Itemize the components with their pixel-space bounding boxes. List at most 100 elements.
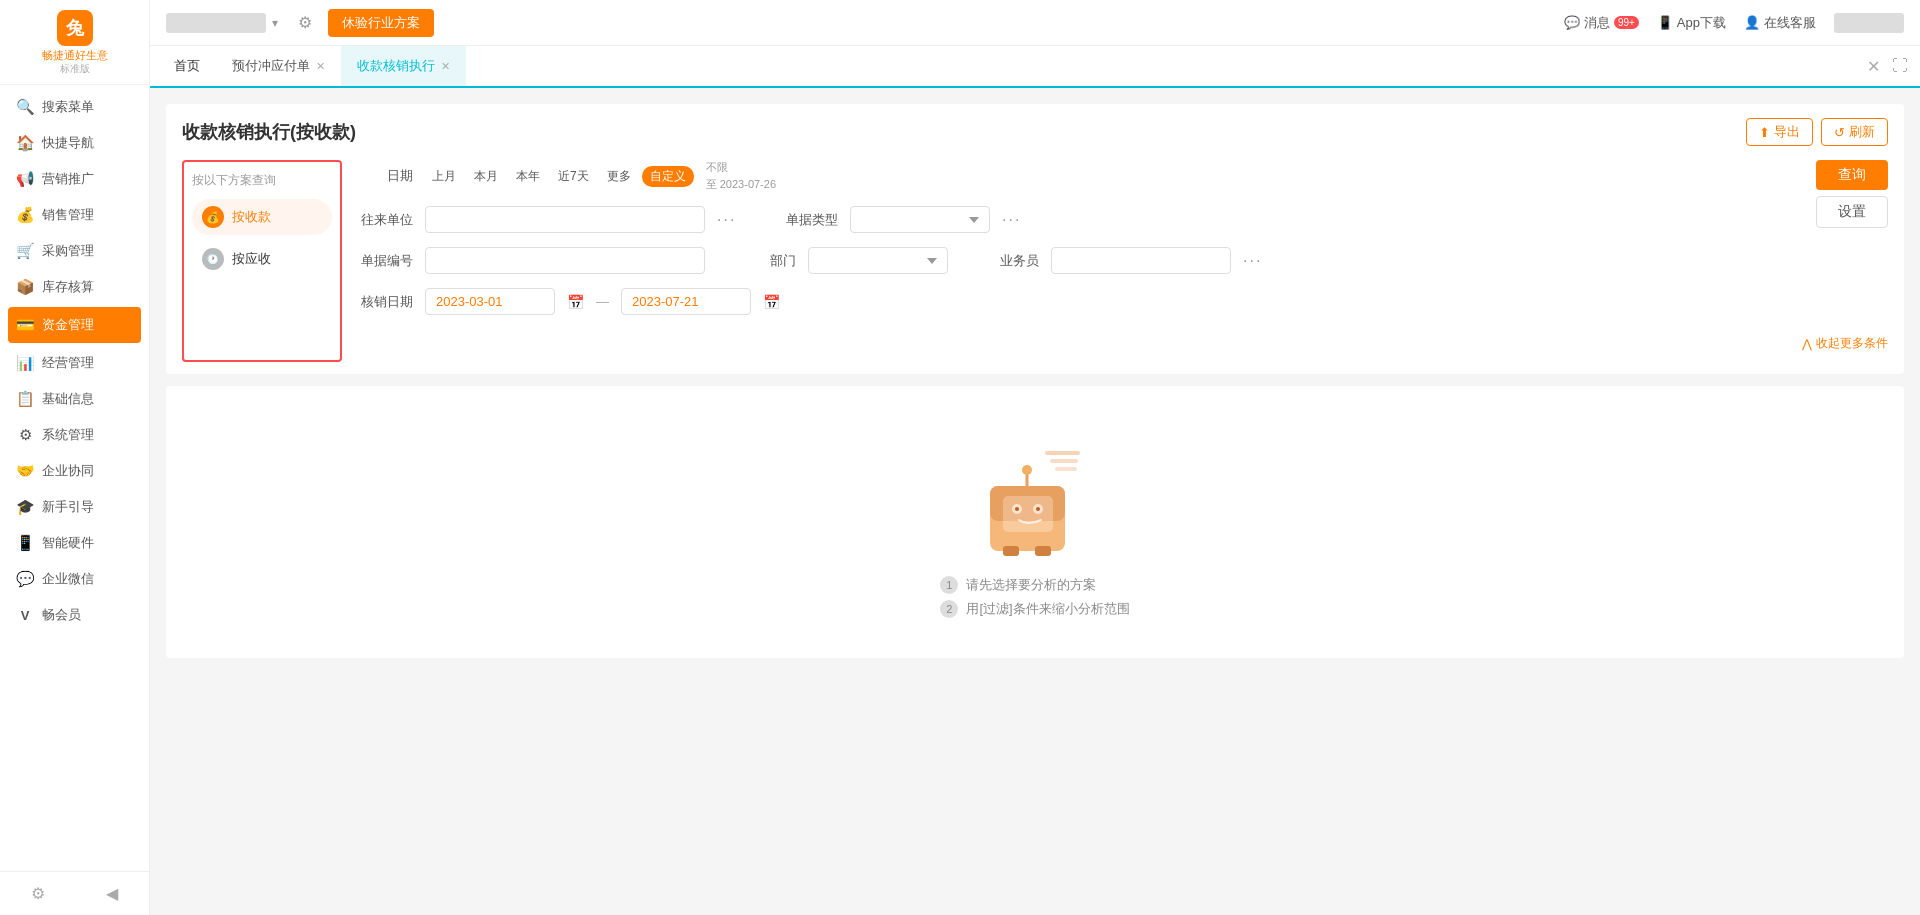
doc-type-more-icon[interactable]: ··· <box>1002 211 1032 229</box>
tip-2-text: 用[过滤]条件来缩小分析范围 <box>966 600 1129 618</box>
topbar-app-download[interactable]: 📱 App下载 <box>1657 14 1726 32</box>
topbar-chevron-icon[interactable]: ▾ <box>272 16 278 30</box>
dept-select[interactable] <box>808 247 948 274</box>
sidebar-settings-button[interactable]: ⚙ <box>23 880 53 907</box>
topbar-online-service[interactable]: 👤 在线客服 <box>1744 14 1816 32</box>
sidebar-collapse-button[interactable]: ◀ <box>98 880 126 907</box>
search-menu-icon: 🔍 <box>16 98 34 116</box>
sidebar-item-member[interactable]: V 畅会员 <box>0 597 149 633</box>
date-to-hint: 至 2023-07-26 <box>706 177 776 192</box>
doc-type-label: 单据类型 <box>783 211 838 229</box>
topbar-messages[interactable]: 💬 消息 99+ <box>1564 14 1639 32</box>
date-btn-more[interactable]: 更多 <box>600 166 638 187</box>
online-service-icon: 👤 <box>1744 15 1760 30</box>
doc-no-input[interactable] <box>425 247 705 274</box>
filter-option-receivable-label: 按应收 <box>232 250 271 268</box>
counterpart-input[interactable] <box>425 206 705 233</box>
tab-prepay-close-icon[interactable]: ✕ <box>316 60 325 73</box>
sidebar-item-guide[interactable]: 🎓 新手引导 <box>0 489 149 525</box>
page-content: 收款核销执行(按收款) ⬆ 导出 ↺ 刷新 按以下方案查询 <box>150 88 1920 915</box>
tab-prepay[interactable]: 预付冲应付单 ✕ <box>216 46 341 88</box>
sidebar-item-search-menu[interactable]: 🔍 搜索菜单 <box>0 89 149 125</box>
refresh-label: 刷新 <box>1849 123 1875 141</box>
tabbar-actions: ✕ ⛶ <box>1863 46 1912 86</box>
empty-tip-1: 1 请先选择要分析的方案 <box>940 576 1129 594</box>
inventory-icon: 📦 <box>16 278 34 296</box>
date-btn-this-year[interactable]: 本年 <box>509 166 547 187</box>
industry-solution-button[interactable]: 休验行业方案 <box>328 9 434 37</box>
tab-home[interactable]: 首页 <box>158 46 216 88</box>
filter-option-by-receipt[interactable]: 💰 按收款 <box>192 199 332 235</box>
sidebar-item-label: 系统管理 <box>42 426 94 444</box>
sidebar-item-system[interactable]: ⚙ 系统管理 <box>0 417 149 453</box>
query-button[interactable]: 查询 <box>1816 160 1888 190</box>
sidebar-item-label: 经营管理 <box>42 354 94 372</box>
sidebar-item-operations[interactable]: 📊 经营管理 <box>0 345 149 381</box>
sidebar-item-label: 库存核算 <box>42 278 94 296</box>
filter-action-buttons: 查询 设置 <box>1816 160 1888 228</box>
topbar-user-name <box>166 13 266 33</box>
filter-receipt-icon: 💰 <box>202 206 224 228</box>
verify-date-start-calendar-icon[interactable]: 📅 <box>567 294 584 310</box>
empty-illustration <box>975 446 1095 556</box>
filter-option-by-receivable[interactable]: 🕐 按应收 <box>192 241 332 277</box>
date-label: 日期 <box>358 167 413 185</box>
collapse-icon: ⋀ <box>1802 337 1812 351</box>
tab-receipts[interactable]: 收款核销执行 ✕ <box>341 46 466 88</box>
verify-date-end-input[interactable] <box>621 288 751 315</box>
sidebar-item-label: 资金管理 <box>42 316 94 334</box>
doc-type-select[interactable] <box>850 206 990 233</box>
refresh-button[interactable]: ↺ 刷新 <box>1821 118 1888 146</box>
sidebar-item-quick-nav[interactable]: 🏠 快捷导航 <box>0 125 149 161</box>
sidebar-item-hardware[interactable]: 📱 智能硬件 <box>0 525 149 561</box>
tip-1-text: 请先选择要分析的方案 <box>966 576 1096 594</box>
verify-date-start-input[interactable] <box>425 288 555 315</box>
staff-input[interactable] <box>1051 247 1231 274</box>
sidebar-item-enterprise[interactable]: 🤝 企业协同 <box>0 453 149 489</box>
sidebar-item-purchase[interactable]: 🛒 采购管理 <box>0 233 149 269</box>
date-btn-last-month[interactable]: 上月 <box>425 166 463 187</box>
sidebar-bottom: ⚙ ◀ <box>0 871 149 915</box>
svg-rect-1 <box>1050 459 1078 463</box>
date-btn-this-month[interactable]: 本月 <box>467 166 505 187</box>
filter-settings-button[interactable]: 设置 <box>1816 196 1888 228</box>
tab-receipts-label: 收款核销执行 <box>357 57 435 75</box>
date-quick-buttons: 上月 本月 本年 近7天 更多 自定义 <box>425 166 694 187</box>
sidebar-item-label: 采购管理 <box>42 242 94 260</box>
date-btn-last-7-days[interactable]: 近7天 <box>551 166 596 187</box>
sidebar-item-finance[interactable]: 💳 资金管理 <box>8 307 141 343</box>
tip-2-num: 2 <box>940 600 958 618</box>
sidebar-item-inventory[interactable]: 📦 库存核算 <box>0 269 149 305</box>
marketing-icon: 📢 <box>16 170 34 188</box>
filter-panel: 按以下方案查询 💰 按收款 🕐 按应收 <box>182 160 1888 374</box>
purchase-icon: 🛒 <box>16 242 34 260</box>
sidebar-item-label: 新手引导 <box>42 498 94 516</box>
sidebar-item-wechat[interactable]: 💬 企业微信 <box>0 561 149 597</box>
tab-receipts-close-icon[interactable]: ✕ <box>441 60 450 73</box>
page-title: 收款核销执行(按收款) <box>182 120 356 144</box>
counterpart-more-icon[interactable]: ··· <box>717 211 747 229</box>
topbar-user-info <box>1834 13 1904 33</box>
verify-date-separator: — <box>596 294 609 309</box>
empty-tips: 1 请先选择要分析的方案 2 用[过滤]条件来缩小分析范围 <box>940 576 1129 618</box>
empty-tip-2: 2 用[过滤]条件来缩小分析范围 <box>940 600 1129 618</box>
collapse-button[interactable]: ⋀ 收起更多条件 <box>1802 335 1888 352</box>
tabbar-close-icon[interactable]: ✕ <box>1863 53 1884 80</box>
empty-state: 1 请先选择要分析的方案 2 用[过滤]条件来缩小分析范围 <box>166 386 1904 658</box>
tab-prepay-label: 预付冲应付单 <box>232 57 310 75</box>
svg-rect-13 <box>1035 546 1051 556</box>
tabbar-expand-icon[interactable]: ⛶ <box>1888 53 1912 79</box>
sidebar-item-marketing[interactable]: 📢 营销推广 <box>0 161 149 197</box>
svg-point-11 <box>1022 465 1032 475</box>
verify-date-end-calendar-icon[interactable]: 📅 <box>763 294 780 310</box>
sidebar-item-sales[interactable]: 💰 销售管理 <box>0 197 149 233</box>
message-icon: 💬 <box>1564 15 1580 30</box>
date-btn-custom[interactable]: 自定义 <box>642 166 694 187</box>
member-icon: V <box>16 608 34 623</box>
sidebar-item-basic-info[interactable]: 📋 基础信息 <box>0 381 149 417</box>
empty-svg-illustration <box>975 446 1095 556</box>
export-button[interactable]: ⬆ 导出 <box>1746 118 1813 146</box>
hardware-icon: 📱 <box>16 534 34 552</box>
topbar-gear-icon[interactable]: ⚙ <box>298 13 312 32</box>
staff-more-icon[interactable]: ··· <box>1243 252 1273 270</box>
